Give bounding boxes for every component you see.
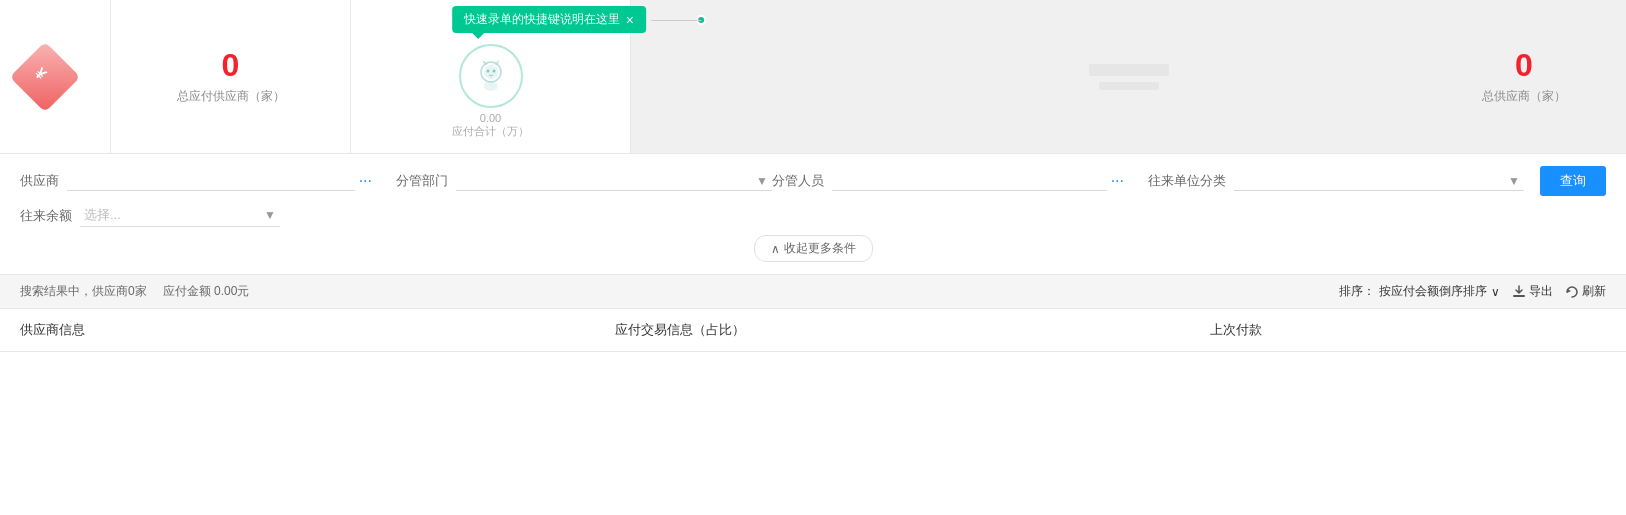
table-body — [0, 352, 1626, 515]
svg-point-6 — [492, 70, 495, 73]
filter-person-dots[interactable]: ··· — [1111, 172, 1124, 190]
export-icon — [1512, 285, 1526, 299]
collapse-label: 收起更多条件 — [784, 240, 856, 257]
stat-total-suppliers-label: 总供应商（家） — [1482, 88, 1566, 105]
query-button[interactable]: 查询 — [1540, 166, 1606, 196]
sort-select[interactable]: 排序： 按应付会额倒序排序 ∨ — [1339, 283, 1500, 300]
table-col-last-payment: 上次付款 — [1210, 321, 1607, 339]
sort-chevron: ∨ — [1491, 285, 1500, 299]
tooltip-connector-line — [651, 20, 701, 21]
filter-balance-placeholder: 选择... — [84, 206, 264, 224]
filter-supplier-dots[interactable]: ··· — [359, 172, 372, 190]
stat-total-payable-suppliers-label: 总应付供应商（家） — [177, 88, 285, 105]
collapse-row: ∧ 收起更多条件 — [20, 235, 1606, 262]
result-info: 搜索结果中，供应商0家 应付金额 0.00元 — [20, 283, 249, 300]
svg-point-2 — [484, 65, 498, 79]
middle-icon-wrapper: 0.00 应付合计（万） — [452, 44, 529, 139]
refresh-label: 刷新 — [1582, 283, 1606, 300]
filter-area: 供应商 ··· 分管部门 ▼ 分管人员 ··· 往来单位分类 ▼ — [0, 154, 1626, 275]
export-label: 导出 — [1529, 283, 1553, 300]
filter-row-2: 往来余额 选择... ▼ — [20, 204, 400, 227]
filter-supplier: 供应商 ··· — [20, 171, 396, 191]
logo-diamond-icon: ¥ — [10, 41, 81, 112]
middle-circle-icon — [459, 44, 523, 108]
svg-marker-9 — [1567, 289, 1571, 293]
svg-point-5 — [486, 70, 489, 73]
diamond-inner-icon: ¥ — [25, 57, 65, 97]
tooltip-close-button[interactable]: × — [626, 13, 634, 27]
export-button[interactable]: 导出 — [1512, 283, 1553, 300]
stat-total-suppliers-number: 0 — [1515, 48, 1533, 83]
tooltip-text: 快速录单的快捷键说明在这里 — [464, 11, 620, 28]
tooltip-bubble: 快速录单的快捷键说明在这里 × — [452, 6, 646, 33]
filter-balance-label: 往来余额 — [20, 207, 72, 225]
filter-department-chevron: ▼ — [756, 174, 768, 188]
stat-total-payable-suppliers-number: 0 — [222, 48, 240, 83]
stat-total-suppliers: 0 总供应商（家） — [631, 0, 1626, 153]
filter-person: 分管人员 ··· — [772, 171, 1148, 191]
table-col-payable-info: 应付交易信息（占比） — [615, 321, 1210, 339]
result-payable-amount: 应付金额 0.00元 — [163, 283, 250, 300]
stat-total-suppliers-values: 0 总供应商（家） — [1482, 48, 1566, 104]
result-search-text: 搜索结果中，供应商0家 — [20, 283, 147, 300]
filter-unit-class-select[interactable]: ▼ — [1234, 172, 1524, 191]
result-bar: 搜索结果中，供应商0家 应付金额 0.00元 排序： 按应付会额倒序排序 ∨ 导… — [0, 275, 1626, 309]
filter-person-input[interactable] — [832, 171, 1107, 191]
refresh-icon — [1565, 285, 1579, 299]
filter-supplier-label: 供应商 — [20, 172, 59, 190]
refresh-button[interactable]: 刷新 — [1565, 283, 1606, 300]
filter-balance-chevron: ▼ — [264, 208, 276, 222]
result-actions: 排序： 按应付会额倒序排序 ∨ 导出 刷新 — [1339, 283, 1606, 300]
filter-row-1: 供应商 ··· 分管部门 ▼ 分管人员 ··· 往来单位分类 ▼ — [20, 166, 1606, 196]
collapse-button[interactable]: ∧ 收起更多条件 — [754, 235, 873, 262]
sort-value: 按应付会额倒序排序 — [1379, 283, 1487, 300]
filter-department-select[interactable]: ▼ — [456, 172, 772, 191]
filter-balance-select[interactable]: 选择... ▼ — [80, 204, 280, 227]
svg-rect-8 — [1513, 295, 1525, 297]
stats-bar: ¥ 0 总应付供应商（家） 快速录单的快捷键说明在这里 × — [0, 0, 1626, 154]
sort-label: 排序： — [1339, 283, 1375, 300]
filter-unit-class: 往来单位分类 ▼ — [1148, 172, 1524, 191]
stat-blurred-area — [1089, 64, 1169, 90]
svg-text:¥: ¥ — [32, 64, 50, 82]
filter-supplier-input[interactable] — [67, 171, 355, 191]
table-col-supplier-info: 供应商信息 — [20, 321, 615, 339]
logo-area: ¥ — [0, 0, 111, 153]
middle-stat-label: 应付合计（万） — [452, 124, 529, 139]
filter-department-label: 分管部门 — [396, 172, 448, 190]
svg-point-7 — [484, 81, 498, 91]
filter-unit-class-chevron: ▼ — [1508, 174, 1520, 188]
cat-icon — [471, 56, 511, 96]
stat-total-payable-suppliers: 0 总应付供应商（家） — [111, 0, 351, 153]
filter-department: 分管部门 ▼ — [396, 172, 772, 191]
stat-middle-area: 快速录单的快捷键说明在这里 × — [351, 0, 631, 153]
collapse-icon: ∧ — [771, 242, 780, 256]
filter-person-label: 分管人员 — [772, 172, 824, 190]
filter-unit-class-label: 往来单位分类 — [1148, 172, 1226, 190]
middle-stat-number: 0.00 — [480, 112, 501, 124]
table-header: 供应商信息 应付交易信息（占比） 上次付款 — [0, 309, 1626, 352]
